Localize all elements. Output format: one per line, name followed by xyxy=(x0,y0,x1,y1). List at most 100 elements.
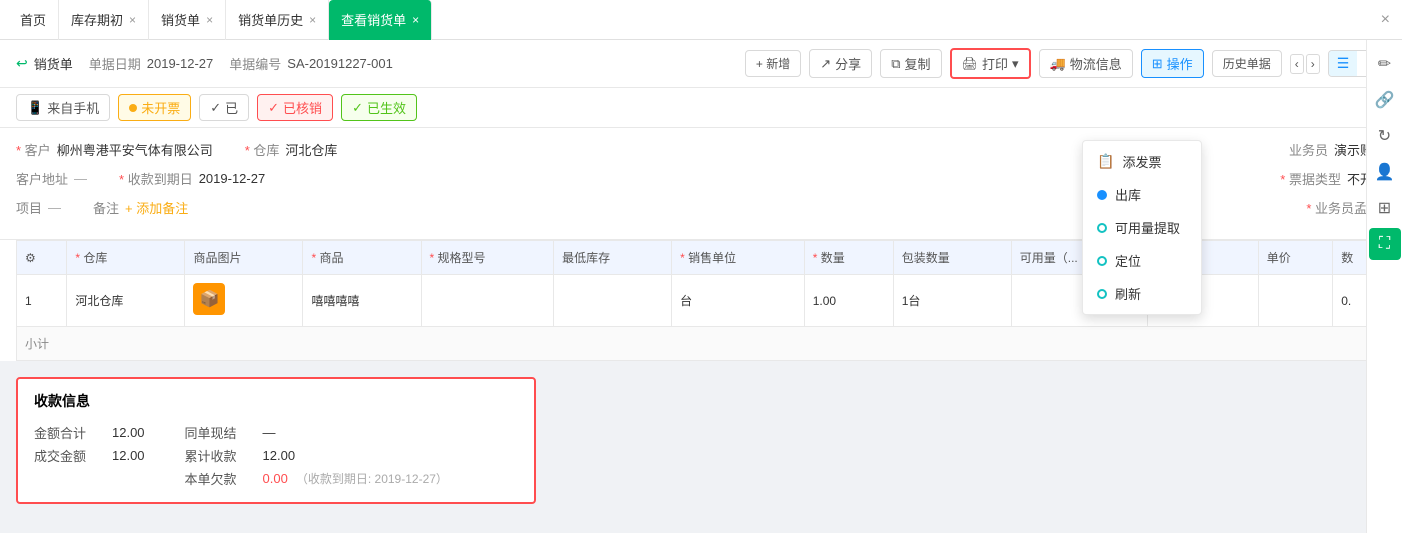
col-product-img: 商品图片 xyxy=(185,241,303,275)
due-date-label: 收款到期日 xyxy=(119,169,193,188)
tab-sales-history[interactable]: 销货单历史 × xyxy=(226,0,329,40)
doc-actions: + 新增 ↗ 分享 ⧉ 复制 🖨 打印 ▾ 🚚 物流信息 ⊞ 操作 xyxy=(745,48,1386,79)
operate-icon: ⊞ xyxy=(1152,56,1163,72)
total-amount-label: 金额合计 xyxy=(34,423,104,442)
total-amount-value: 12.00 xyxy=(112,425,145,440)
trans-amount-label: 成交金额 xyxy=(34,446,104,465)
col-min-stock: 最低库存 xyxy=(554,241,672,275)
effective-icon: ✓ xyxy=(352,100,363,116)
sidebar-table-icon[interactable]: ⊞ xyxy=(1369,192,1401,224)
subtotal-label: 小计 xyxy=(17,327,1386,361)
sidebar-rotate-icon[interactable]: ↻ xyxy=(1369,120,1401,152)
col-qty: 数量 xyxy=(804,241,893,275)
sidebar-edit-icon[interactable]: ✏ xyxy=(1369,48,1401,80)
out-stock-icon xyxy=(1097,190,1107,200)
doc-number-field: 单据编号 SA-20191227-001 xyxy=(229,54,393,73)
available-qty-icon xyxy=(1097,223,1107,233)
sidebar-user-icon[interactable]: 👤 xyxy=(1369,156,1401,188)
locate-item[interactable]: 定位 xyxy=(1083,244,1201,277)
from-phone-button[interactable]: 📱 来自手机 xyxy=(16,94,110,121)
doc-date-field: 单据日期 2019-12-27 xyxy=(89,54,214,73)
same-order-row: 同单现结 — xyxy=(185,421,448,444)
tab-bar: 首页 库存期初 × 销货单 × 销货单历史 × 查看销货单 × × xyxy=(0,0,1402,40)
row-warehouse: 河北仓库 xyxy=(67,275,185,327)
refresh-item[interactable]: 刷新 xyxy=(1083,277,1201,310)
close-view-sales-tab[interactable]: × xyxy=(412,13,419,27)
this-order-value: 0.00 xyxy=(263,471,288,486)
close-sales-tab[interactable]: × xyxy=(206,13,213,27)
add-invoice-item[interactable]: 📋 添发票 xyxy=(1083,145,1201,178)
right-sidebar: ✏ 🔗 ↻ 👤 ⊞ ⛶ xyxy=(1366,40,1402,533)
confirm-button[interactable]: ✓ 已 xyxy=(199,94,249,121)
history-button[interactable]: 历史单据 xyxy=(1212,50,1282,77)
trans-amount-row: 成交金额 12.00 xyxy=(34,444,145,467)
print-icon: 🖨 xyxy=(962,56,979,72)
total-amount-row: 金额合计 12.00 xyxy=(34,421,145,444)
add-button[interactable]: + 新增 xyxy=(745,50,801,77)
staff2-label: 业务员孟 xyxy=(1306,198,1367,217)
col-warehouse: 仓库 xyxy=(67,241,185,275)
doc-type-icon: ↩ xyxy=(16,55,28,72)
not-open-ticket-button[interactable]: 未开票 xyxy=(118,94,191,121)
number-label: 单据编号 xyxy=(229,54,281,73)
prev-record-button[interactable]: ‹ xyxy=(1290,54,1304,74)
warehouse-field: 仓库 河北仓库 xyxy=(245,140,338,159)
address-field: 客户地址 — xyxy=(16,169,87,188)
invoice-label: 票据类型 xyxy=(1280,169,1341,188)
print-button[interactable]: 🖨 打印 ▾ xyxy=(950,48,1031,79)
available-qty-item[interactable]: 可用量提取 xyxy=(1083,211,1201,244)
checked-button[interactable]: ✓ 已核销 xyxy=(257,94,333,121)
close-inventory-tab[interactable]: × xyxy=(129,13,136,27)
due-date-field: 收款到期日 2019-12-27 xyxy=(119,169,265,188)
tab-view-sales[interactable]: 查看销货单 × xyxy=(329,0,432,40)
sidebar-expand-icon[interactable]: ⛶ xyxy=(1369,228,1401,260)
out-stock-item[interactable]: 出库 xyxy=(1083,178,1201,211)
tab-home[interactable]: 首页 xyxy=(8,0,59,40)
col-settings: ⚙ xyxy=(17,241,67,275)
number-value: SA-20191227-001 xyxy=(287,56,393,71)
same-order-label: 同单现结 xyxy=(185,423,255,442)
payment-box: 收款信息 金额合计 12.00 成交金额 12.00 同单现结 — xyxy=(16,377,536,504)
tab-inventory[interactable]: 库存期初 × xyxy=(59,0,149,40)
list-view-button[interactable]: ☰ xyxy=(1329,51,1358,76)
share-button[interactable]: ↗ 分享 xyxy=(809,49,872,78)
payment-section: 收款信息 金额合计 12.00 成交金额 12.00 同单现结 — xyxy=(0,361,1402,520)
customer-value: 柳州粤港平安气体有限公司 xyxy=(57,140,213,159)
date-label: 单据日期 xyxy=(89,54,141,73)
add-note-button[interactable]: + 添加备注 xyxy=(125,198,188,217)
operate-button[interactable]: ⊞ 操作 xyxy=(1141,49,1204,78)
copy-icon: ⧉ xyxy=(891,56,900,72)
row-qty: 1.00 xyxy=(804,275,893,327)
row-index: 1 xyxy=(17,275,67,327)
col-unit: 销售单位 xyxy=(672,241,805,275)
copy-button[interactable]: ⧉ 复制 xyxy=(880,49,941,78)
customer-field: 客户 柳州粤港平安气体有限公司 xyxy=(16,140,213,159)
operation-dropdown: 📋 添发票 出库 可用量提取 定位 刷新 xyxy=(1082,140,1202,315)
address-value: — xyxy=(74,171,87,186)
col-price: 单价 xyxy=(1258,241,1332,275)
note-label: 备注 xyxy=(93,198,119,217)
logistics-icon: 🚚 xyxy=(1050,56,1066,72)
logistics-button[interactable]: 🚚 物流信息 xyxy=(1039,49,1133,78)
locate-label: 定位 xyxy=(1115,251,1141,270)
customer-label: 客户 xyxy=(16,140,51,159)
row-unit: 台 xyxy=(672,275,805,327)
warehouse-label: 仓库 xyxy=(245,140,280,159)
share-icon: ↗ xyxy=(820,56,831,72)
nav-arrows: ‹ › xyxy=(1290,54,1320,74)
available-qty-label: 可用量提取 xyxy=(1115,218,1180,237)
col-spec: 规格型号 xyxy=(421,241,554,275)
not-open-dot xyxy=(129,104,137,112)
row-min-stock xyxy=(554,275,672,327)
payment-left-col: 金额合计 12.00 成交金额 12.00 xyxy=(34,421,145,490)
tab-sales[interactable]: 销货单 × xyxy=(149,0,226,40)
due-note: （收款到期日: 2019-12-27） xyxy=(296,470,448,487)
sidebar-link-icon[interactable]: 🔗 xyxy=(1369,84,1401,116)
close-history-tab[interactable]: × xyxy=(309,13,316,27)
payment-right-col: 同单现结 — 累计收款 12.00 本单欠款 0.00 （收款到期日: 2019… xyxy=(185,421,448,490)
next-record-button[interactable]: › xyxy=(1306,54,1320,74)
global-close-button[interactable]: × xyxy=(1381,11,1390,29)
project-value: — xyxy=(48,200,61,215)
accumulated-label: 累计收款 xyxy=(185,446,255,465)
effective-button[interactable]: ✓ 已生效 xyxy=(341,94,417,121)
